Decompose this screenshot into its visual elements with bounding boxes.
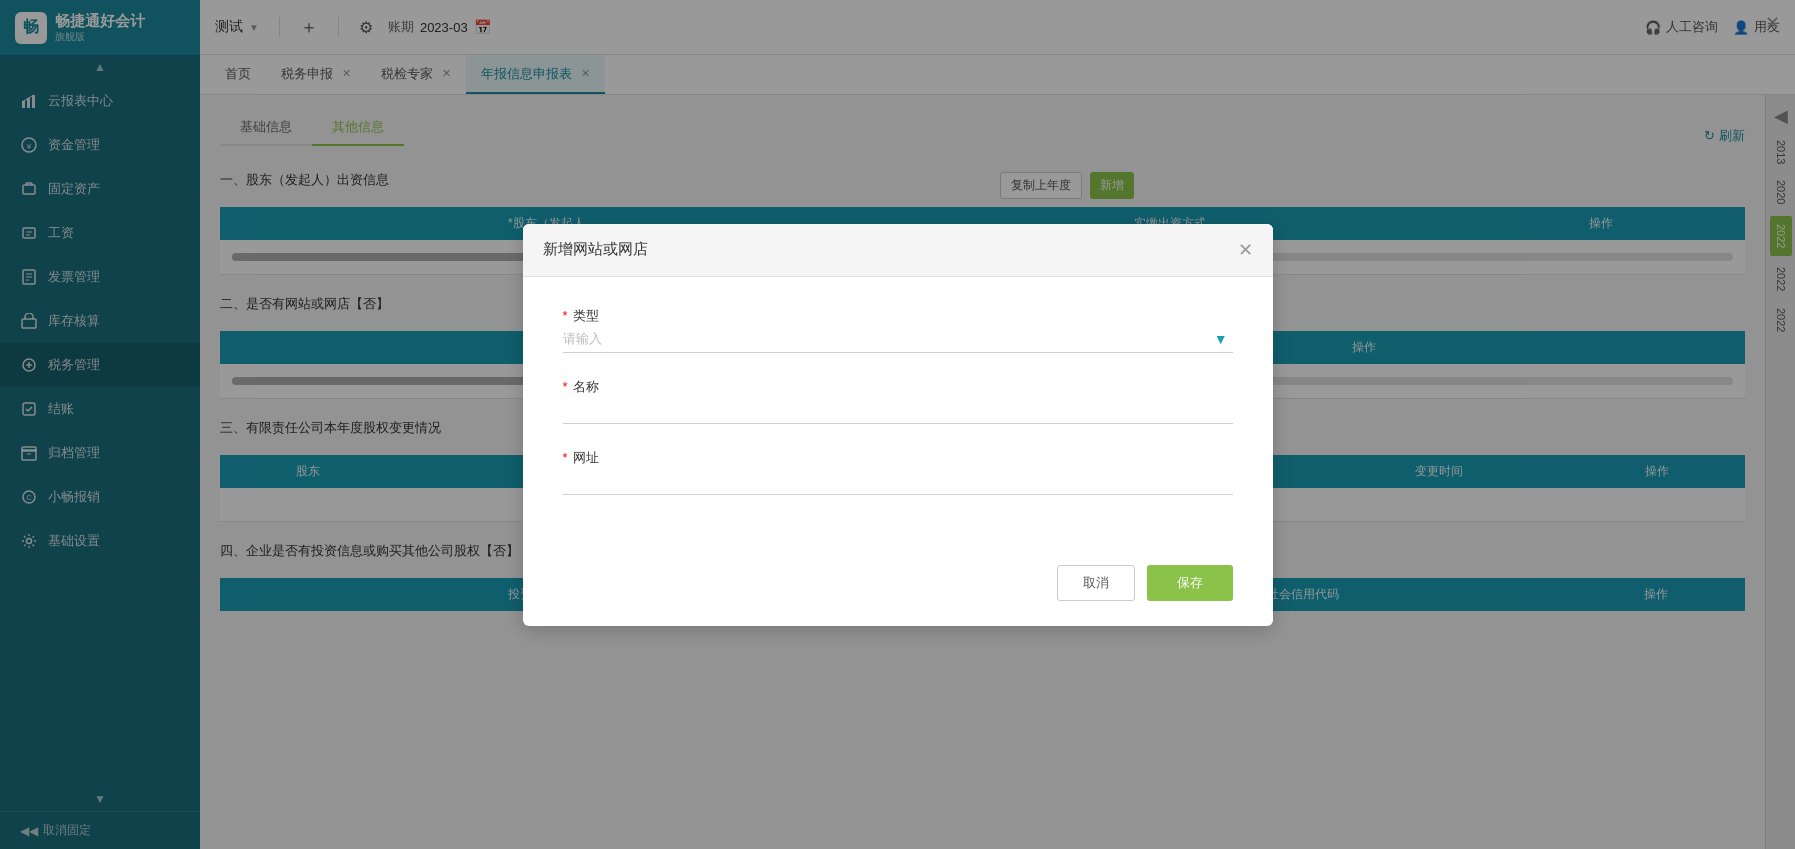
modal-header: 新增网站或网店 ✕ [523,224,1273,277]
name-input[interactable] [563,396,1233,424]
modal-overlay: 新增网站或网店 ✕ * 类型 ▼ * 名称 * 网址 [0,0,1795,849]
form-row-url: * 网址 [563,449,1233,495]
type-input-wrap: ▼ [563,325,1233,353]
modal-footer: 取消 保存 [523,550,1273,626]
form-row-name: * 名称 [563,378,1233,424]
form-row-type: * 类型 ▼ [563,307,1233,353]
modal-close-button[interactable]: ✕ [1238,239,1253,261]
modal-body: * 类型 ▼ * 名称 * 网址 [523,277,1273,550]
url-input-wrap [563,467,1233,495]
type-input[interactable] [563,325,1233,353]
modal-add-website: 新增网站或网店 ✕ * 类型 ▼ * 名称 * 网址 [523,224,1273,626]
modal-title: 新增网站或网店 [543,240,648,259]
name-input-wrap [563,396,1233,424]
url-required-mark: * [563,450,568,465]
save-button[interactable]: 保存 [1147,565,1233,601]
name-required-mark: * [563,379,568,394]
type-required-mark: * [563,308,568,323]
cancel-button[interactable]: 取消 [1057,565,1135,601]
name-label: 名称 [573,378,599,396]
url-input[interactable] [563,467,1233,495]
url-label: 网址 [573,449,599,467]
type-label: 类型 [573,307,599,325]
